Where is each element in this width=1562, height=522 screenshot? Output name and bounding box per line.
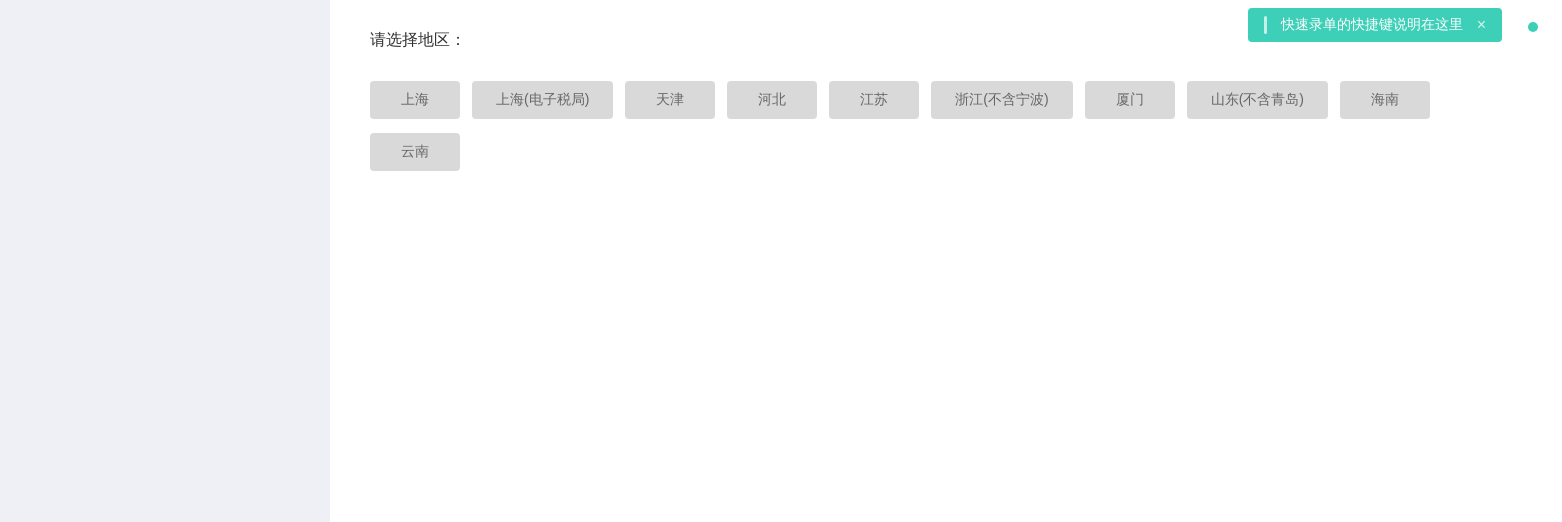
tooltip-close-button[interactable]: ×: [1477, 16, 1486, 34]
tooltip-dot: [1528, 22, 1538, 32]
sidebar: [0, 0, 330, 522]
region-btn-hainan[interactable]: 海南: [1340, 81, 1430, 119]
region-btn-xiamen[interactable]: 厦门: [1085, 81, 1175, 119]
region-btn-shandong[interactable]: 山东(不含青岛): [1187, 81, 1328, 119]
tooltip-text: 快速录单的快捷键说明在这里: [1281, 16, 1463, 34]
region-btn-jiangsu[interactable]: 江苏: [829, 81, 919, 119]
main-content: 请选择地区： 上海上海(电子税局)天津河北江苏浙江(不含宁波)厦门山东(不含青岛…: [330, 0, 1562, 522]
region-btn-yunnan[interactable]: 云南: [370, 133, 460, 171]
region-btn-hebei[interactable]: 河北: [727, 81, 817, 119]
region-btn-shanghai-etax[interactable]: 上海(电子税局): [472, 81, 613, 119]
tooltip-bubble: 快速录单的快捷键说明在这里 ×: [1248, 8, 1502, 42]
region-btn-zhejiang[interactable]: 浙江(不含宁波): [931, 81, 1072, 119]
region-btn-tianjin[interactable]: 天津: [625, 81, 715, 119]
region-buttons-container: 上海上海(电子税局) 天津河北江苏浙江(不含宁波) 厦门山东(不含青岛) 海南云南: [370, 81, 1522, 171]
region-btn-shanghai[interactable]: 上海: [370, 81, 460, 119]
